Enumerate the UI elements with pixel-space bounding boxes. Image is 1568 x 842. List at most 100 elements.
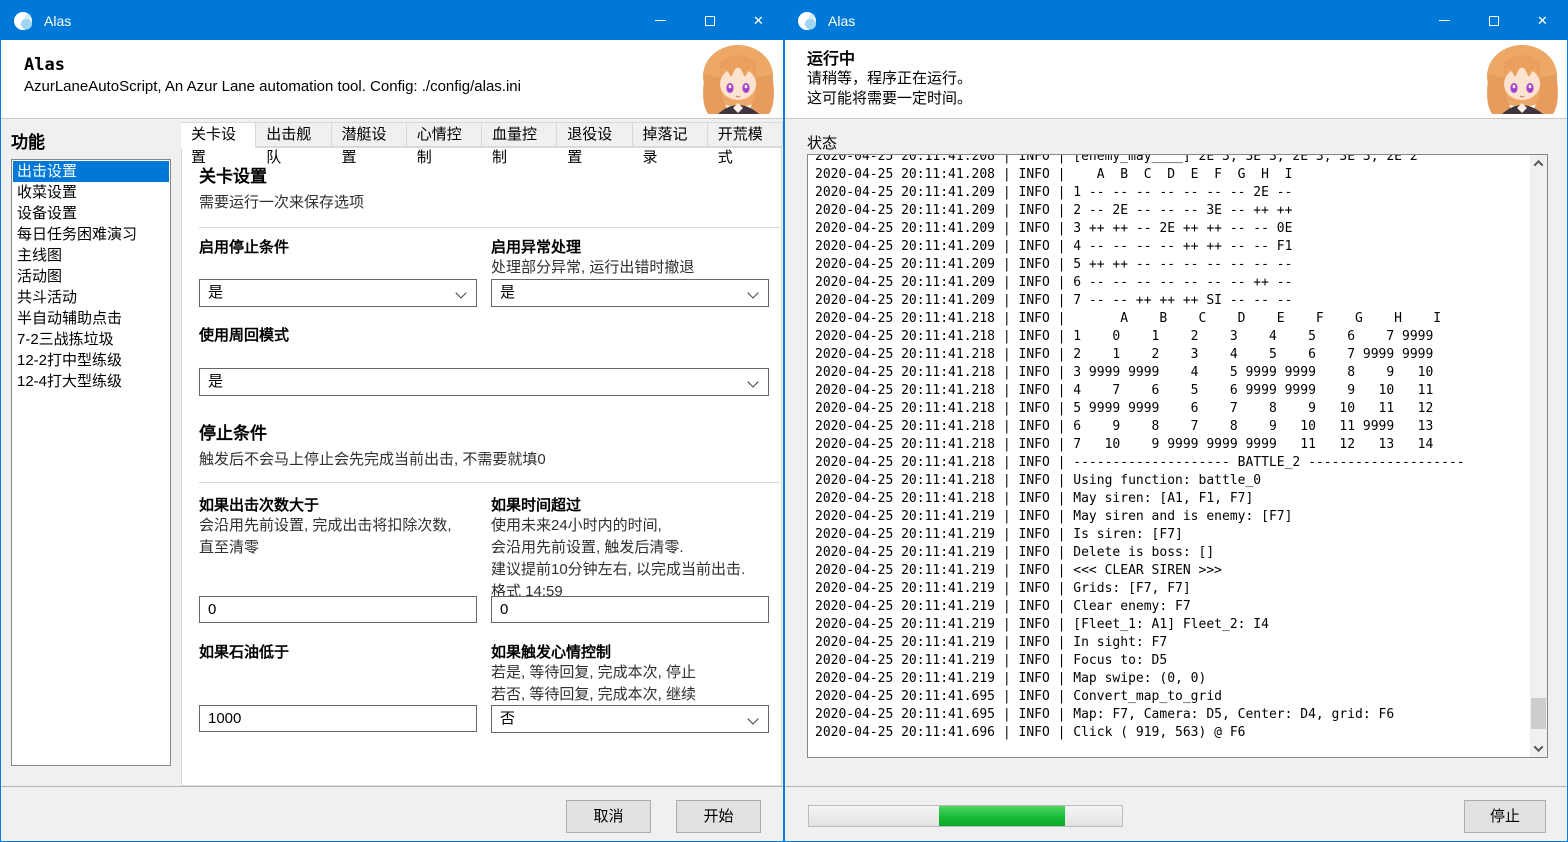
log-line: 2020-04-25 20:11:41.219 | INFO | Clear e… xyxy=(815,598,1528,616)
log-line: 2020-04-25 20:11:41.219 | INFO | Grids: … xyxy=(815,580,1528,598)
sidebar-item[interactable]: 主线图 xyxy=(13,245,169,266)
log-line: 2020-04-25 20:11:41.218 | INFO | 3 9999 … xyxy=(815,364,1528,382)
enable-exception-select[interactable]: 是 xyxy=(491,279,769,307)
log-line: 2020-04-25 20:11:41.218 | INFO | 2 1 2 3… xyxy=(815,346,1528,364)
window-title: Alas xyxy=(828,13,855,29)
titlebar[interactable]: Alas ✕ xyxy=(1,1,783,40)
minimize-button[interactable] xyxy=(1420,1,1469,40)
if-time-input[interactable] xyxy=(491,596,769,623)
if-time-desc-2: 会沿用先前设置, 触发后清零. xyxy=(491,537,684,559)
runner-window: Alas ✕ 运行中 请稍等，程序正在运行。 这可能将需要一定时间。 状态 xyxy=(784,0,1568,842)
log-line: 2020-04-25 20:11:41.218 | INFO | A B C D… xyxy=(815,310,1528,328)
sidebar-item[interactable]: 设备设置 xyxy=(13,203,169,224)
tab[interactable]: 退役设置 xyxy=(557,122,632,147)
tab[interactable]: 血量控制 xyxy=(482,122,557,147)
close-button[interactable]: ✕ xyxy=(734,1,783,40)
minimize-button[interactable] xyxy=(636,1,685,40)
run-status-line-1: 请稍等，程序正在运行。 xyxy=(807,67,972,88)
tab[interactable]: 关卡设置 xyxy=(181,122,256,148)
tab[interactable]: 潜艇设置 xyxy=(332,122,407,147)
log-output[interactable]: 2020-04-25 20:11:41.208 | INFO | [enemy_… xyxy=(807,154,1548,758)
tab[interactable]: 掉落记录 xyxy=(633,122,708,147)
scroll-up-icon xyxy=(1534,160,1544,170)
log-line: 2020-04-25 20:11:41.218 | INFO | 6 9 8 7… xyxy=(815,418,1528,436)
window-title: Alas xyxy=(44,13,71,29)
if-count-desc-1: 会沿用先前设置, 完成出击将扣除次数, xyxy=(199,515,452,537)
settings-window: Alas ✕ Alas AzurLaneAutoScript, An Azur … xyxy=(0,0,784,842)
progress-bar xyxy=(808,805,1123,827)
run-header: 运行中 请稍等，程序正在运行。 这可能将需要一定时间。 xyxy=(785,40,1567,119)
log-line: 2020-04-25 20:11:41.696 | INFO | Click (… xyxy=(815,724,1528,742)
sidebar-item[interactable]: 活动图 xyxy=(13,266,169,287)
maximize-icon xyxy=(1489,16,1499,26)
sidebar-item[interactable]: 12-4打大型练级 xyxy=(13,371,169,392)
sidebar-item[interactable]: 出击设置 xyxy=(13,161,169,182)
if-oil-input[interactable] xyxy=(199,705,477,732)
divider xyxy=(199,227,780,228)
log-line: 2020-04-25 20:11:41.219 | INFO | May sir… xyxy=(815,508,1528,526)
log-scrollbar[interactable] xyxy=(1530,155,1547,757)
if-count-input[interactable] xyxy=(199,596,477,623)
sidebar-item[interactable]: 共斗活动 xyxy=(13,287,169,308)
scrollbar-thumb[interactable] xyxy=(1531,698,1546,729)
scroll-down-button[interactable] xyxy=(1530,740,1547,757)
if-count-desc-2: 直至清零 xyxy=(199,537,259,559)
stop-condition-desc: 触发后不会马上停止会先完成当前出击, 不需要就填0 xyxy=(199,449,546,471)
tab[interactable]: 出击舰队 xyxy=(256,122,331,147)
log-line: 2020-04-25 20:11:41.218 | INFO | -------… xyxy=(815,454,1528,472)
log-line: 2020-04-25 20:11:41.218 | INFO | 4 7 6 5… xyxy=(815,382,1528,400)
close-icon: ✕ xyxy=(1537,14,1548,27)
enable-exception-value: 是 xyxy=(500,284,515,301)
sidebar-item[interactable]: 每日任务困难演习 xyxy=(13,224,169,245)
if-time-label: 如果时间超过 xyxy=(491,494,581,515)
minimize-icon xyxy=(655,20,666,21)
cancel-button[interactable]: 取消 xyxy=(566,800,651,833)
log-line: 2020-04-25 20:11:41.209 | INFO | 2 -- 2E… xyxy=(815,202,1528,220)
chevron-down-icon xyxy=(747,376,758,387)
log-line: 2020-04-25 20:11:41.219 | INFO | Focus t… xyxy=(815,652,1528,670)
maximize-button[interactable] xyxy=(685,1,734,40)
sidebar-item[interactable]: 半自动辅助点击 xyxy=(13,308,169,329)
scroll-up-button[interactable] xyxy=(1530,155,1547,172)
if-emotion-label: 如果触发心情控制 xyxy=(491,641,611,662)
footer: 取消 开始 xyxy=(1,786,783,841)
stop-condition-title: 停止条件 xyxy=(199,419,267,444)
log-line: 2020-04-25 20:11:41.219 | INFO | In sigh… xyxy=(815,634,1528,652)
footer: 停止 xyxy=(785,786,1567,841)
if-emotion-select[interactable]: 否 xyxy=(491,705,769,733)
maximize-button[interactable] xyxy=(1469,1,1518,40)
sidebar-item[interactable]: 7-2三战拣垃圾 xyxy=(13,329,169,350)
tab[interactable]: 心情控制 xyxy=(407,122,482,147)
sidebar-item[interactable]: 收菜设置 xyxy=(13,182,169,203)
section-title: 关卡设置 xyxy=(199,162,267,187)
log-line: 2020-04-25 20:11:41.219 | INFO | <<< CLE… xyxy=(815,562,1528,580)
alas-logo-icon xyxy=(797,10,819,32)
progress-bar-marquee xyxy=(939,806,1065,826)
log-line: 2020-04-25 20:11:41.218 | INFO | May sir… xyxy=(815,490,1528,508)
log-line: 2020-04-25 20:11:41.695 | INFO | Map: F7… xyxy=(815,706,1528,724)
log-line: 2020-04-25 20:11:41.209 | INFO | 5 ++ ++… xyxy=(815,256,1528,274)
chevron-down-icon xyxy=(455,287,466,298)
loop-mode-select[interactable]: 是 xyxy=(199,368,769,396)
close-button[interactable]: ✕ xyxy=(1518,1,1567,40)
tab[interactable]: 开荒模式 xyxy=(708,122,783,147)
run-status-title: 运行中 xyxy=(807,45,855,69)
sidebar-item[interactable]: 12-2打中型练级 xyxy=(13,350,169,371)
if-emotion-desc-1: 若是, 等待回复, 完成本次, 停止 xyxy=(491,662,696,684)
scroll-down-icon xyxy=(1534,742,1544,752)
stop-button[interactable]: 停止 xyxy=(1464,800,1546,833)
log-line: 2020-04-25 20:11:41.208 | INFO | [enemy_… xyxy=(815,154,1528,166)
loop-mode-value: 是 xyxy=(208,373,223,390)
start-button[interactable]: 开始 xyxy=(676,800,761,833)
log-line: 2020-04-25 20:11:41.209 | INFO | 4 -- --… xyxy=(815,238,1528,256)
if-emotion-value: 否 xyxy=(500,710,515,727)
run-status-line-2: 这可能将需要一定时间。 xyxy=(807,87,972,108)
if-time-desc-3: 建议提前10分钟左右, 以完成当前出击. xyxy=(491,559,745,581)
if-count-label: 如果出击次数大于 xyxy=(199,494,319,515)
enable-stop-select[interactable]: 是 xyxy=(199,279,477,307)
chevron-down-icon xyxy=(747,713,758,724)
settings-tabbar: 关卡设置出击舰队潜艇设置心情控制血量控制退役设置掉落记录开荒模式 xyxy=(181,122,783,148)
log-lines: 2020-04-25 20:11:41.208 | INFO | [enemy_… xyxy=(815,154,1528,742)
titlebar[interactable]: Alas ✕ xyxy=(785,1,1567,40)
log-line: 2020-04-25 20:11:41.209 | INFO | 3 ++ ++… xyxy=(815,220,1528,238)
